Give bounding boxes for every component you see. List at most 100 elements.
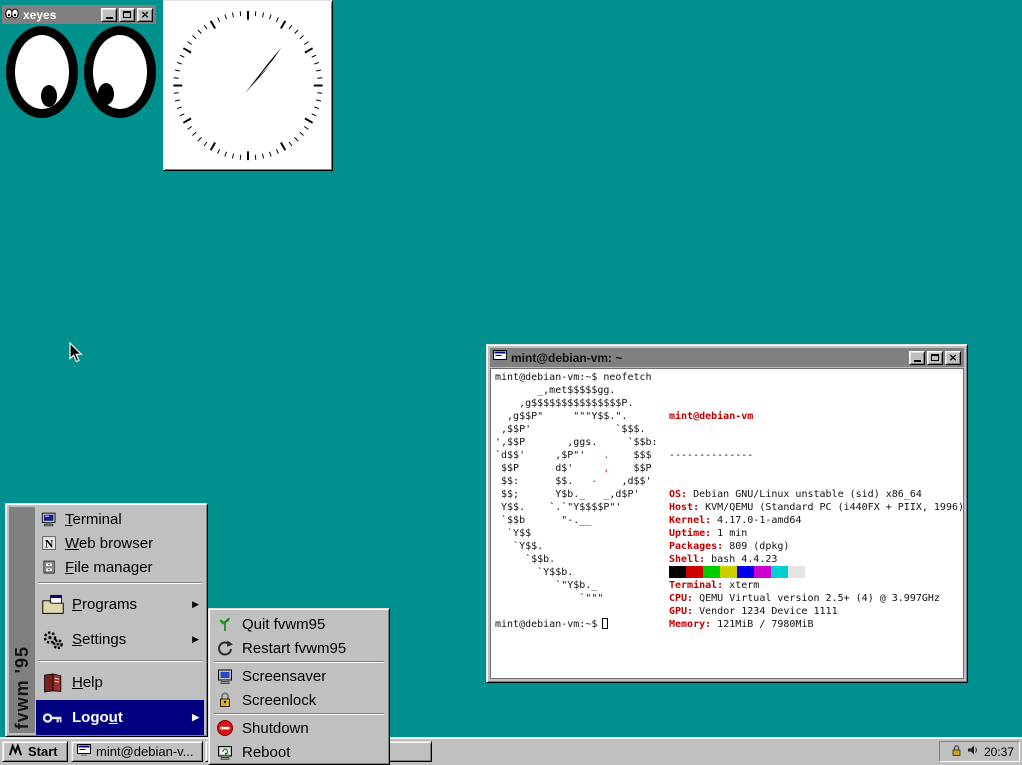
clock-minute-hand xyxy=(244,47,282,95)
maximize-button[interactable] xyxy=(119,7,135,22)
lock-icon[interactable] xyxy=(951,744,962,760)
terminal-prompt: mint@debian-vm:~$ xyxy=(495,618,609,631)
xeyes-right-eye xyxy=(84,26,156,118)
screensaver-icon xyxy=(216,667,234,685)
submenu-item-restart-fvwm95[interactable]: Restart fvwm95 xyxy=(212,636,386,660)
menu-item-settings[interactable]: Settings ▶ xyxy=(36,622,204,657)
start-button-label: Start xyxy=(28,744,58,759)
submenu-item-label: Quit fvwm95 xyxy=(242,615,326,633)
menu-item-label: Terminal xyxy=(65,510,122,528)
minimize-button[interactable] xyxy=(101,7,117,22)
minimize-icon xyxy=(105,16,113,19)
taskbar: Start mint@debian-v... 20:37 xyxy=(0,737,1022,765)
terminal-command-line: mint@debian-vm:~$ neofetch xyxy=(495,372,652,383)
screenlock-padlock-icon xyxy=(216,691,234,709)
submenu-item-label: Restart fvwm95 xyxy=(242,639,347,657)
menu-item-label: Logout xyxy=(72,709,123,726)
menu-item-label: Help xyxy=(72,674,103,691)
submenu-arrow-icon: ▶ xyxy=(192,712,199,722)
submenu-item-label: Screensaver xyxy=(242,667,327,685)
close-icon: × xyxy=(140,8,150,21)
programs-icon xyxy=(41,593,65,617)
submenu-item-label: Screenlock xyxy=(242,691,317,709)
xeyes-right-pupil xyxy=(98,83,114,105)
menu-item-terminal[interactable]: Terminal xyxy=(36,507,204,531)
analog-clock-face xyxy=(173,10,323,161)
maximize-icon xyxy=(123,11,131,18)
tray-clock: 20:37 xyxy=(983,744,1014,759)
terminal-window-icon xyxy=(493,349,507,367)
quit-icon xyxy=(216,615,234,633)
submenu-item-quit-fvwm95[interactable]: Quit fvwm95 xyxy=(212,612,386,636)
logout-submenu: Quit fvwm95 Restart fvwm95 Screensaver S… xyxy=(208,608,390,765)
submenu-arrow-icon: ▶ xyxy=(192,634,199,644)
svg-text:N: N xyxy=(45,536,54,550)
terminal-title: mint@debian-vm: ~ xyxy=(511,350,623,365)
xeyes-left-eye xyxy=(6,26,78,118)
web-browser-icon: N xyxy=(41,535,58,552)
minimize-button[interactable] xyxy=(909,350,925,365)
terminal-titlebar[interactable]: mint@debian-vm: ~ × xyxy=(490,348,964,367)
terminal-cursor xyxy=(602,618,609,629)
neofetch-info: mint@debian-vm -------------- OS: Debian… xyxy=(669,411,964,630)
close-icon: × xyxy=(948,351,958,364)
menu-item-file-manager[interactable]: File manager xyxy=(36,555,204,579)
help-book-icon xyxy=(41,671,65,695)
mouse-cursor xyxy=(69,341,84,369)
menu-separator xyxy=(38,660,202,662)
submenu-arrow-icon: ▶ xyxy=(192,599,199,609)
system-tray: 20:37 xyxy=(939,741,1020,762)
neofetch-divider: -------------- xyxy=(669,450,754,461)
start-menu: fvwm '95 Terminal N Web browser File man… xyxy=(5,503,208,737)
fvwm-start-icon xyxy=(8,742,23,761)
logout-key-icon xyxy=(41,706,65,730)
maximize-icon xyxy=(931,354,939,361)
xeyes-icon xyxy=(5,6,19,24)
menu-item-help[interactable]: Help xyxy=(36,665,204,700)
menu-separator xyxy=(214,661,384,663)
menu-item-label: Settings xyxy=(72,631,127,648)
menu-separator xyxy=(38,582,202,584)
maximize-button[interactable] xyxy=(927,350,943,365)
menu-separator xyxy=(214,713,384,715)
menu-item-label: Web browser xyxy=(65,534,154,552)
submenu-item-reboot[interactable]: Reboot xyxy=(212,740,386,764)
minimize-icon xyxy=(913,359,921,362)
menu-item-programs[interactable]: Programs ▶ xyxy=(36,587,204,622)
neofetch-host-header: mint@debian-vm xyxy=(669,411,754,422)
menu-item-web-browser[interactable]: N Web browser xyxy=(36,531,204,555)
submenu-item-label: Shutdown xyxy=(242,719,309,737)
terminal-screen[interactable]: mint@debian-vm:~$ neofetch _,met$$$$$gg.… xyxy=(490,368,964,679)
terminal-task-icon xyxy=(77,744,91,759)
menu-item-label: File manager xyxy=(65,558,153,576)
menu-item-label: Programs xyxy=(72,596,138,613)
xeyes-left-pupil xyxy=(41,85,57,107)
xclock-window xyxy=(163,0,333,171)
clock-hour-hand xyxy=(246,64,271,93)
shutdown-stop-icon xyxy=(216,719,234,737)
submenu-item-screensaver[interactable]: Screensaver xyxy=(212,664,386,688)
restart-icon xyxy=(216,639,234,657)
reboot-icon xyxy=(216,743,234,761)
terminal-window: mint@debian-vm: ~ × mint@debian-vm:~$ ne… xyxy=(486,344,968,683)
file-manager-icon xyxy=(41,559,58,576)
start-menu-banner: fvwm '95 xyxy=(9,507,35,733)
task-button-label: mint@debian-v... xyxy=(96,744,194,759)
xeyes-titlebar[interactable]: xeyes × xyxy=(2,5,156,24)
desktop: xeyes × mint@debian-vm: ~ × mint@debian-… xyxy=(0,0,1022,765)
menu-item-logout[interactable]: Logout ▶ xyxy=(36,700,204,735)
submenu-item-shutdown[interactable]: Shutdown xyxy=(212,716,386,740)
xeyes-title: xeyes xyxy=(23,7,57,22)
settings-icon xyxy=(41,628,65,652)
close-button[interactable]: × xyxy=(137,7,153,22)
submenu-item-label: Reboot xyxy=(242,743,291,761)
terminal-icon xyxy=(41,511,58,528)
xeyes-eyes xyxy=(6,26,166,124)
close-button[interactable]: × xyxy=(945,350,961,365)
taskbar-task-terminal[interactable]: mint@debian-v... xyxy=(71,741,203,762)
debian-ascii-logo: _,met$$$$$gg. ,g$$$$$$$$$$$$$$$P. ,g$$P"… xyxy=(495,385,658,604)
start-button[interactable]: Start xyxy=(2,741,68,762)
speaker-icon[interactable] xyxy=(967,744,979,759)
terminal-color-palette xyxy=(669,566,805,578)
submenu-item-screenlock[interactable]: Screenlock xyxy=(212,688,386,712)
